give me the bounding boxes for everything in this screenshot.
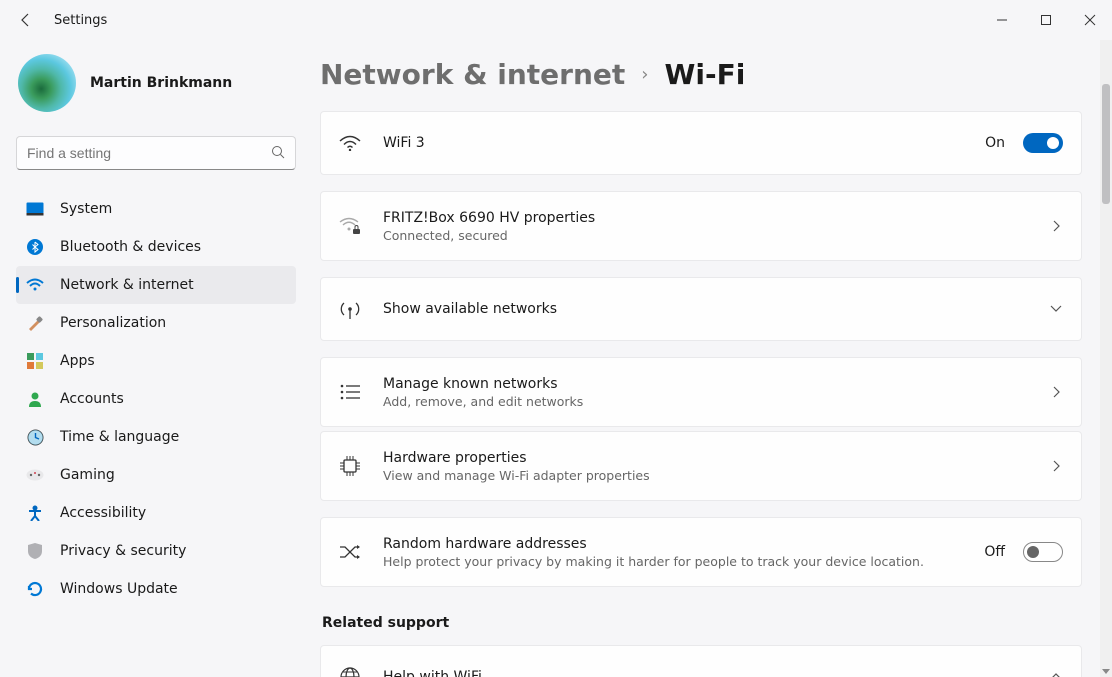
- sidebar-item-accessibility[interactable]: Accessibility: [16, 494, 296, 532]
- breadcrumb: Network & internet › Wi-Fi: [320, 58, 1088, 91]
- show-available-networks-card[interactable]: Show available networks: [320, 277, 1082, 341]
- person-icon: [26, 390, 44, 408]
- chevron-right-icon: [1049, 459, 1063, 473]
- paint-icon: [26, 314, 44, 332]
- nav-label: Windows Update: [60, 581, 178, 597]
- display-icon: [26, 200, 44, 218]
- chip-icon: [339, 456, 361, 476]
- minimize-button[interactable]: [980, 4, 1024, 36]
- maximize-button[interactable]: [1024, 4, 1068, 36]
- sidebar-item-accounts[interactable]: Accounts: [16, 380, 296, 418]
- sidebar-item-privacy[interactable]: Privacy & security: [16, 532, 296, 570]
- nav: System Bluetooth & devices Network & int…: [16, 190, 296, 608]
- sidebar-item-gaming[interactable]: Gaming: [16, 456, 296, 494]
- search-icon: [271, 144, 285, 163]
- back-button[interactable]: [14, 8, 38, 32]
- toggle-state-label: On: [985, 135, 1005, 151]
- nav-label: Gaming: [60, 467, 115, 483]
- sidebar-item-network[interactable]: Network & internet: [16, 266, 296, 304]
- app-title: Settings: [54, 13, 107, 28]
- chevron-right-icon: ›: [641, 64, 648, 85]
- wifi-toggle[interactable]: [1023, 133, 1063, 153]
- sidebar-item-personalization[interactable]: Personalization: [16, 304, 296, 342]
- card-title: Random hardware addresses: [383, 536, 984, 552]
- manage-known-networks-card[interactable]: Manage known networks Add, remove, and e…: [320, 357, 1082, 427]
- breadcrumb-parent[interactable]: Network & internet: [320, 58, 625, 91]
- shuffle-icon: [339, 544, 361, 560]
- profile[interactable]: Martin Brinkmann: [16, 54, 310, 112]
- breadcrumb-current: Wi-Fi: [664, 58, 745, 91]
- card-title: Hardware properties: [383, 450, 1049, 466]
- sidebar: Martin Brinkmann System Bluetooth & devi…: [0, 40, 310, 677]
- nav-label: Bluetooth & devices: [60, 239, 201, 255]
- avatar: [18, 54, 76, 112]
- nav-label: Accessibility: [60, 505, 146, 521]
- apps-icon: [26, 352, 44, 370]
- nav-label: Network & internet: [60, 277, 194, 293]
- sidebar-item-update[interactable]: Windows Update: [16, 570, 296, 608]
- card-title: Show available networks: [383, 301, 1049, 317]
- bluetooth-icon: [26, 238, 44, 256]
- antenna-icon: [339, 299, 361, 319]
- accessibility-icon: [26, 504, 44, 522]
- scroll-down-arrow[interactable]: [1100, 665, 1112, 677]
- globe-icon: [339, 667, 361, 677]
- nav-label: Personalization: [60, 315, 166, 331]
- card-title: FRITZ!Box 6690 HV properties: [383, 210, 1049, 226]
- connected-network-card[interactable]: FRITZ!Box 6690 HV properties Connected, …: [320, 191, 1082, 261]
- random-mac-card[interactable]: Random hardware addresses Help protect y…: [320, 517, 1082, 587]
- wifi-icon: [26, 276, 44, 294]
- card-title: Manage known networks: [383, 376, 1049, 392]
- chevron-up-icon: [1049, 670, 1063, 677]
- scrollbar[interactable]: [1100, 40, 1112, 677]
- hardware-properties-card[interactable]: Hardware properties View and manage Wi-F…: [320, 431, 1082, 501]
- shield-icon: [26, 542, 44, 560]
- nav-label: Privacy & security: [60, 543, 186, 559]
- nav-label: Accounts: [60, 391, 124, 407]
- card-subtitle: View and manage Wi-Fi adapter properties: [383, 468, 1049, 483]
- window-titlebar: Settings: [0, 0, 1112, 40]
- card-title: WiFi 3: [383, 135, 985, 151]
- search-box[interactable]: [16, 136, 296, 170]
- clock-globe-icon: [26, 428, 44, 446]
- card-subtitle: Help protect your privacy by making it h…: [383, 554, 984, 569]
- sidebar-item-bluetooth[interactable]: Bluetooth & devices: [16, 228, 296, 266]
- chevron-down-icon: [1049, 302, 1063, 316]
- chevron-right-icon: [1049, 385, 1063, 399]
- update-icon: [26, 580, 44, 598]
- user-name: Martin Brinkmann: [90, 75, 232, 91]
- nav-label: Apps: [60, 353, 95, 369]
- nav-label: System: [60, 201, 112, 217]
- sidebar-item-system[interactable]: System: [16, 190, 296, 228]
- scrollbar-thumb[interactable]: [1102, 84, 1110, 204]
- list-icon: [339, 384, 361, 400]
- wifi-lock-icon: [339, 217, 361, 235]
- toggle-state-label: Off: [984, 544, 1005, 560]
- nav-label: Time & language: [60, 429, 179, 445]
- gamepad-icon: [26, 466, 44, 484]
- wifi-icon: [339, 135, 361, 151]
- help-with-wifi-card[interactable]: Help with WiFi: [320, 645, 1082, 677]
- related-support-label: Related support: [322, 615, 1088, 631]
- card-subtitle: Add, remove, and edit networks: [383, 394, 1049, 409]
- search-input[interactable]: [27, 145, 271, 161]
- sidebar-item-apps[interactable]: Apps: [16, 342, 296, 380]
- chevron-right-icon: [1049, 219, 1063, 233]
- main-content: Network & internet › Wi-Fi WiFi 3 On FRI…: [310, 40, 1112, 677]
- close-button[interactable]: [1068, 4, 1112, 36]
- card-subtitle: Connected, secured: [383, 228, 1049, 243]
- wifi-radio-card[interactable]: WiFi 3 On: [320, 111, 1082, 175]
- card-title: Help with WiFi: [383, 669, 1049, 677]
- sidebar-item-time-language[interactable]: Time & language: [16, 418, 296, 456]
- random-mac-toggle[interactable]: [1023, 542, 1063, 562]
